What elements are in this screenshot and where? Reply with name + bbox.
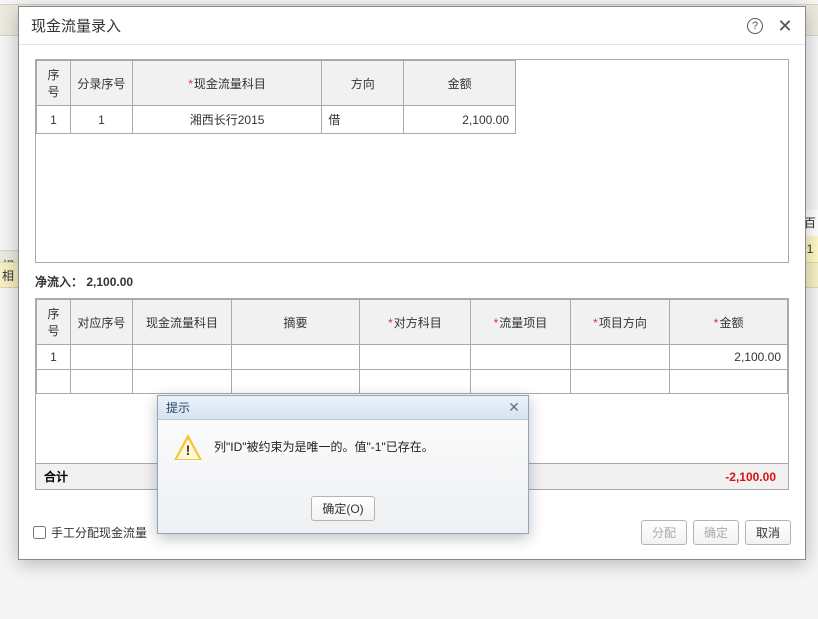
col2-against-item[interactable]: 对方科目 bbox=[359, 300, 470, 345]
cell-direction[interactable]: 借 bbox=[322, 106, 404, 134]
close-icon[interactable]: ✕ bbox=[777, 18, 793, 34]
net-inflow-value: 2,100.00 bbox=[86, 275, 133, 289]
cell2-cashflow-item[interactable] bbox=[132, 345, 232, 370]
manual-alloc-checkbox[interactable] bbox=[33, 526, 46, 539]
lower-grid-row[interactable]: 1 2,100.00 bbox=[37, 345, 788, 370]
alert-dialog: 提示 ✕ ! 列"ID"被约束为是唯一的。值"-1"已存在。 确定(O) bbox=[157, 395, 529, 534]
cell2-flow-proj[interactable] bbox=[471, 345, 571, 370]
col2-summary[interactable]: 摘要 bbox=[232, 300, 359, 345]
col2-proj-dir[interactable]: 项目方向 bbox=[570, 300, 670, 345]
help-icon[interactable]: ? bbox=[747, 18, 763, 34]
alert-header: 提示 ✕ bbox=[158, 396, 528, 420]
alert-message: 列"ID"被约束为是唯一的。值"-1"已存在。 bbox=[214, 434, 434, 457]
col2-cashflow-item[interactable]: 现金流量科目 bbox=[132, 300, 232, 345]
col-direction[interactable]: 方向 bbox=[322, 61, 404, 106]
upper-grid-row[interactable]: 1 1 湘西长行2015 借 2,100.00 bbox=[37, 106, 516, 134]
cell-entry-seq: 1 bbox=[70, 106, 132, 134]
warning-icon: ! bbox=[174, 434, 202, 462]
lower-grid-header-row: 序号 对应序号 现金流量科目 摘要 对方科目 流量项目 项目方向 金额 bbox=[37, 300, 788, 345]
alert-ok-button[interactable]: 确定(O) bbox=[311, 496, 374, 521]
col-cashflow-item[interactable]: 现金流量科目 bbox=[132, 61, 322, 106]
dialog-header: 现金流量录入 ? ✕ bbox=[19, 7, 805, 45]
upper-grid: 序号 分录序号 现金流量科目 方向 金额 1 1 湘西长行2015 借 2,10… bbox=[35, 59, 789, 263]
col-amount[interactable]: 金额 bbox=[404, 61, 516, 106]
manual-alloc-label: 手工分配现金流量 bbox=[51, 524, 147, 541]
total-amount: -2,100.00 bbox=[725, 470, 788, 484]
lower-grid-empty-row[interactable] bbox=[37, 370, 788, 394]
alert-close-icon[interactable]: ✕ bbox=[506, 400, 522, 416]
manual-alloc-checkbox-wrap[interactable]: 手工分配现金流量 bbox=[33, 524, 147, 541]
col2-match-seq[interactable]: 对应序号 bbox=[70, 300, 132, 345]
col2-flow-proj[interactable]: 流量项目 bbox=[471, 300, 571, 345]
cell2-match-seq[interactable] bbox=[70, 345, 132, 370]
bg-label-2: 相 bbox=[2, 267, 14, 284]
col-seq[interactable]: 序号 bbox=[37, 61, 71, 106]
cell2-against-item[interactable] bbox=[359, 345, 470, 370]
cell2-seq: 1 bbox=[37, 345, 71, 370]
allocate-button[interactable]: 分配 bbox=[641, 520, 687, 545]
col2-amount[interactable]: 金额 bbox=[670, 300, 788, 345]
alert-title: 提示 bbox=[166, 399, 190, 416]
col-entry-seq[interactable]: 分录序号 bbox=[70, 61, 132, 106]
ok-button[interactable]: 确定 bbox=[693, 520, 739, 545]
cell-amount[interactable]: 2,100.00 bbox=[404, 106, 516, 134]
cell-seq: 1 bbox=[37, 106, 71, 134]
cell2-proj-dir[interactable] bbox=[570, 345, 670, 370]
cell-cashflow-item[interactable]: 湘西长行2015 bbox=[132, 106, 322, 134]
net-inflow-label: 净流入： 2,100.00 bbox=[35, 273, 789, 290]
dialog-title: 现金流量录入 bbox=[31, 15, 121, 36]
col2-seq[interactable]: 序号 bbox=[37, 300, 71, 345]
cell2-summary[interactable] bbox=[232, 345, 359, 370]
upper-grid-header-row: 序号 分录序号 现金流量科目 方向 金额 bbox=[37, 61, 516, 106]
cancel-button[interactable]: 取消 bbox=[745, 520, 791, 545]
cell2-amount[interactable]: 2,100.00 bbox=[670, 345, 788, 370]
